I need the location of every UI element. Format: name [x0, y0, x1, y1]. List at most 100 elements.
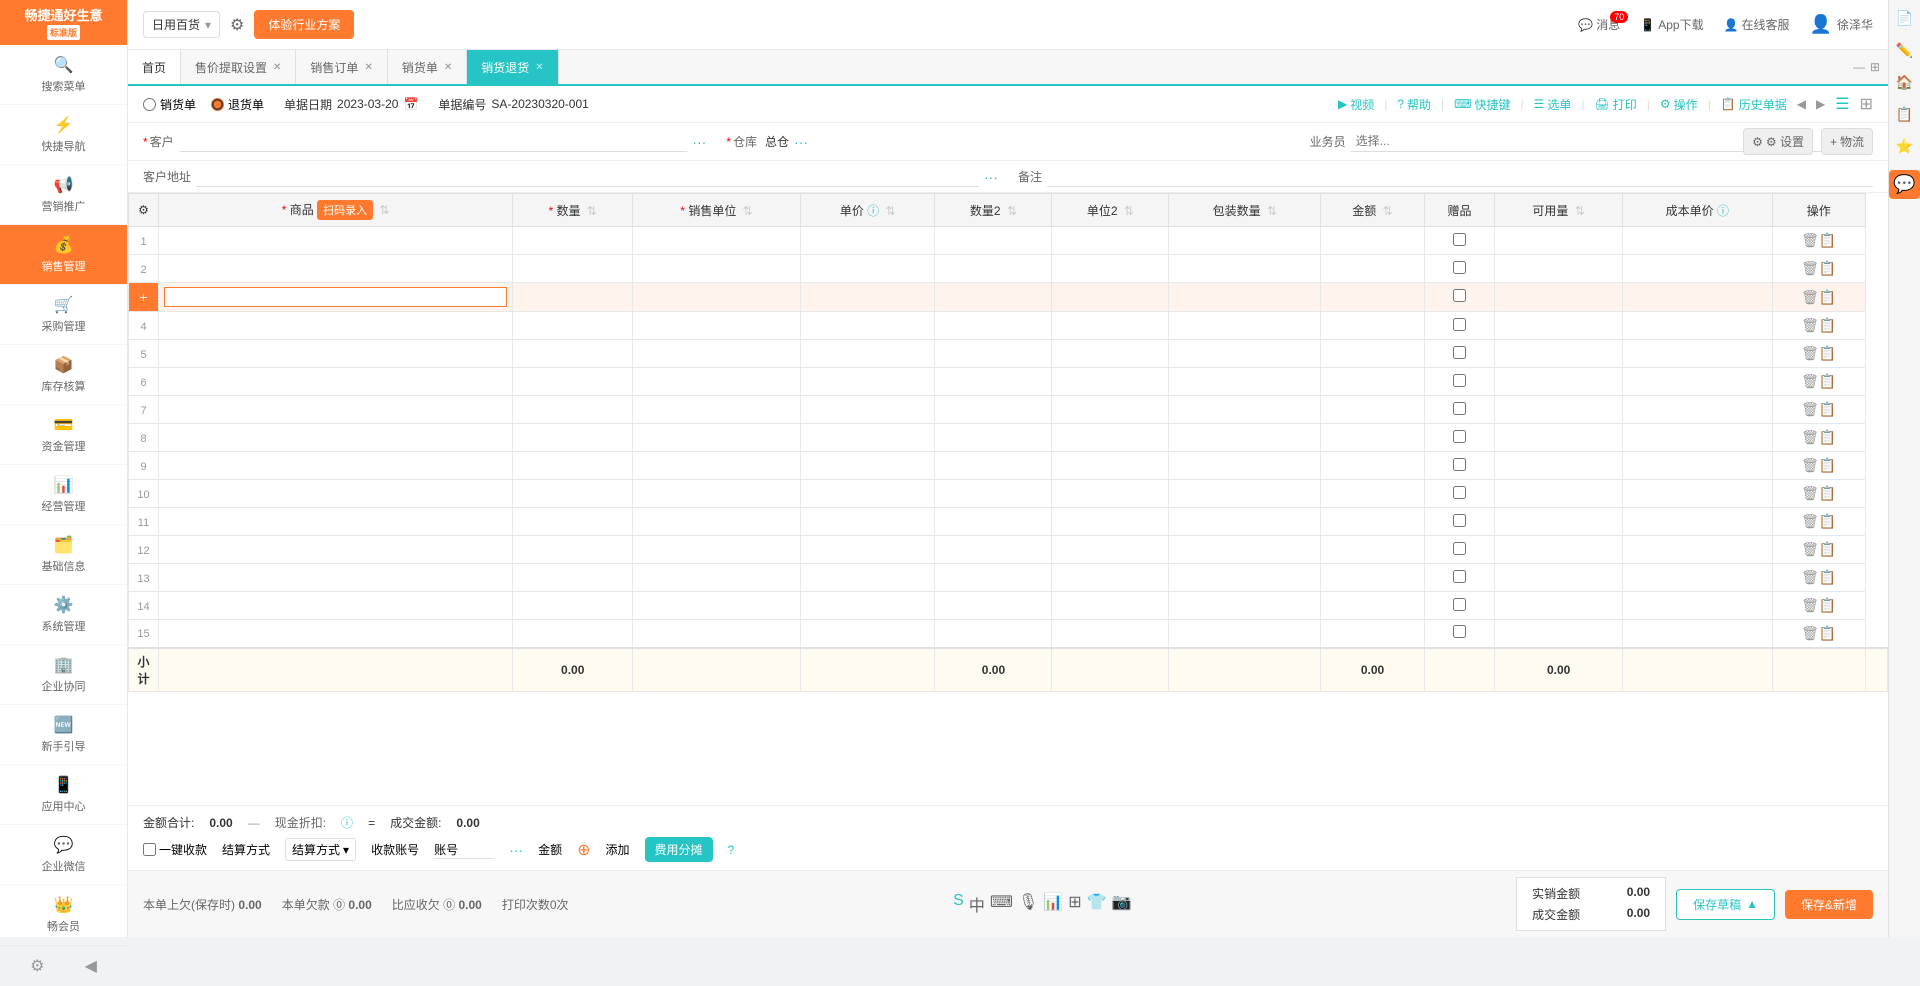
delete-btn[interactable]: 🗑	[1801, 401, 1819, 418]
cell-action[interactable]: 🗑📋	[1772, 480, 1865, 508]
remark-input[interactable]	[1047, 166, 1873, 187]
message-btn[interactable]: 💬 消息 70	[1578, 16, 1620, 33]
cell-gift[interactable]	[1424, 536, 1495, 564]
sidebar-item-wechat[interactable]: 💬 企业微信	[0, 825, 127, 885]
tab-sales[interactable]: 销货单 ✕	[388, 50, 467, 84]
cell-product[interactable]	[159, 536, 513, 564]
sidebar-item-apps[interactable]: 📱 应用中心	[0, 765, 127, 825]
delete-btn[interactable]: 🗑	[1801, 569, 1819, 586]
radio-return[interactable]: 退货单	[211, 96, 264, 113]
sidebar-item-basic[interactable]: 🗂️ 基础信息	[0, 525, 127, 585]
cell-product[interactable]	[159, 255, 513, 283]
cell-gift[interactable]	[1424, 452, 1495, 480]
th-settings-icon[interactable]: ⚙	[138, 203, 149, 217]
customer-input[interactable]	[179, 131, 688, 152]
delete-btn[interactable]: 🗑	[1801, 260, 1819, 277]
qty2-sort-icon[interactable]: ⇅	[1007, 204, 1017, 218]
delete-btn[interactable]: 🗑	[1801, 345, 1819, 362]
th-settings[interactable]: ⚙	[129, 194, 159, 227]
product-sort-icon[interactable]: ⇅	[380, 203, 390, 217]
gift-checkbox[interactable]	[1453, 625, 1466, 638]
gift-checkbox[interactable]	[1453, 542, 1466, 555]
copy-btn[interactable]: 📋	[1819, 260, 1836, 277]
gift-checkbox[interactable]	[1453, 261, 1466, 274]
cost-price-info-icon[interactable]: ⓘ	[1717, 204, 1729, 218]
cell-action[interactable]: 🗑📋	[1772, 508, 1865, 536]
tab-sales-order[interactable]: 销售订单 ✕	[296, 50, 387, 84]
cell-product[interactable]	[159, 480, 513, 508]
unit2-sort-icon[interactable]: ⇅	[1124, 204, 1134, 218]
tab-sales-order-close[interactable]: ✕	[364, 62, 372, 73]
bottom-icon-6[interactable]: ⊞	[1068, 892, 1081, 916]
cash-discount-info-icon[interactable]: ⓘ	[341, 814, 353, 831]
cell-action[interactable]: 🗑📋	[1772, 368, 1865, 396]
copy-btn[interactable]: 📋	[1819, 569, 1836, 586]
cell-action[interactable]: 🗑📋	[1772, 255, 1865, 283]
cell-gift[interactable]	[1424, 396, 1495, 424]
cell-action[interactable]: 🗑📋	[1772, 592, 1865, 620]
nav-prev-icon[interactable]: ◀	[1797, 97, 1806, 111]
view-grid-icon[interactable]: ⊞	[1860, 94, 1873, 114]
delete-btn[interactable]: 🗑	[1801, 373, 1819, 390]
app-download-btn[interactable]: 📱 App下载	[1640, 16, 1703, 33]
cell-action[interactable]: 🗑📋	[1772, 620, 1865, 648]
copy-btn[interactable]: 📋	[1819, 485, 1836, 502]
cell-product[interactable]	[159, 227, 513, 255]
account-dots-btn[interactable]: ···	[509, 842, 523, 858]
logistics-btn[interactable]: + 物流	[1821, 128, 1873, 155]
delete-btn[interactable]: 🗑	[1801, 232, 1819, 249]
gift-checkbox[interactable]	[1453, 458, 1466, 471]
settings-btn[interactable]: ⚙ ⚙ 设置	[1743, 128, 1813, 155]
rp-icon-5[interactable]: ⭐	[1896, 138, 1913, 155]
tab-price-settings-close[interactable]: ✕	[273, 62, 281, 73]
cell-action[interactable]: 🗑📋	[1772, 396, 1865, 424]
cell-gift[interactable]	[1424, 255, 1495, 283]
delete-btn[interactable]: 🗑	[1801, 513, 1819, 530]
copy-btn[interactable]: 📋	[1819, 232, 1836, 249]
radio-sale[interactable]: 销货单	[143, 96, 196, 113]
cell-action[interactable]: 🗑📋	[1772, 340, 1865, 368]
cell-gift[interactable]	[1424, 424, 1495, 452]
available-sort-icon[interactable]: ⇅	[1575, 204, 1585, 218]
gift-checkbox[interactable]	[1453, 402, 1466, 415]
delete-btn[interactable]: 🗑	[1801, 597, 1819, 614]
history-btn[interactable]: 📋 历史单据	[1721, 96, 1787, 113]
bottom-icon-8[interactable]: 📷	[1112, 892, 1132, 916]
price-sort-icon[interactable]: ⇅	[886, 204, 896, 218]
operation-btn[interactable]: ⚙ 操作	[1660, 96, 1698, 113]
bottom-icon-1[interactable]: S	[953, 892, 964, 916]
gift-checkbox[interactable]	[1453, 289, 1466, 302]
copy-btn[interactable]: 📋	[1819, 317, 1836, 334]
rp-icon-4[interactable]: 📋	[1896, 106, 1913, 123]
gift-checkbox[interactable]	[1453, 318, 1466, 331]
copy-btn[interactable]: 📋	[1819, 345, 1836, 362]
price-info-icon[interactable]: ⓘ	[867, 204, 879, 218]
tab-sales-close[interactable]: ✕	[444, 62, 452, 73]
sidebar-item-member[interactable]: 👑 畅会员	[0, 885, 127, 945]
copy-btn[interactable]: 📋	[1819, 429, 1836, 446]
warehouse-dots-btn[interactable]: ···	[794, 134, 808, 150]
sidebar-item-system[interactable]: ⚙️ 系统管理	[0, 585, 127, 645]
qty-sort-icon[interactable]: ⇅	[587, 204, 597, 218]
cell-product[interactable]	[159, 508, 513, 536]
gift-checkbox[interactable]	[1453, 598, 1466, 611]
rp-icon-6[interactable]: 💬	[1889, 170, 1919, 199]
sidebar-item-finance[interactable]: 💳 资金管理	[0, 405, 127, 465]
one-key-collect-checkbox-label[interactable]: 一键收款	[143, 841, 207, 858]
gift-checkbox[interactable]	[1453, 570, 1466, 583]
cell-action[interactable]: 🗑📋	[1772, 536, 1865, 564]
cell-product[interactable]	[159, 396, 513, 424]
cell-product[interactable]	[159, 620, 513, 648]
delete-btn[interactable]: 🗑	[1801, 429, 1819, 446]
gift-checkbox[interactable]	[1453, 233, 1466, 246]
cell-gift[interactable]	[1424, 564, 1495, 592]
cell-gift[interactable]	[1424, 480, 1495, 508]
gift-checkbox[interactable]	[1453, 486, 1466, 499]
rp-icon-2[interactable]: ✏️	[1896, 42, 1913, 59]
bottom-icon-5[interactable]: 📊	[1043, 892, 1063, 916]
radio-return-input[interactable]	[211, 98, 224, 111]
sidebar-item-sales[interactable]: 💰 销售管理	[0, 225, 127, 285]
cell-product[interactable]	[159, 564, 513, 592]
sidebar-settings-icon[interactable]: ⚙	[30, 956, 44, 976]
cell-action[interactable]: 🗑📋	[1772, 312, 1865, 340]
